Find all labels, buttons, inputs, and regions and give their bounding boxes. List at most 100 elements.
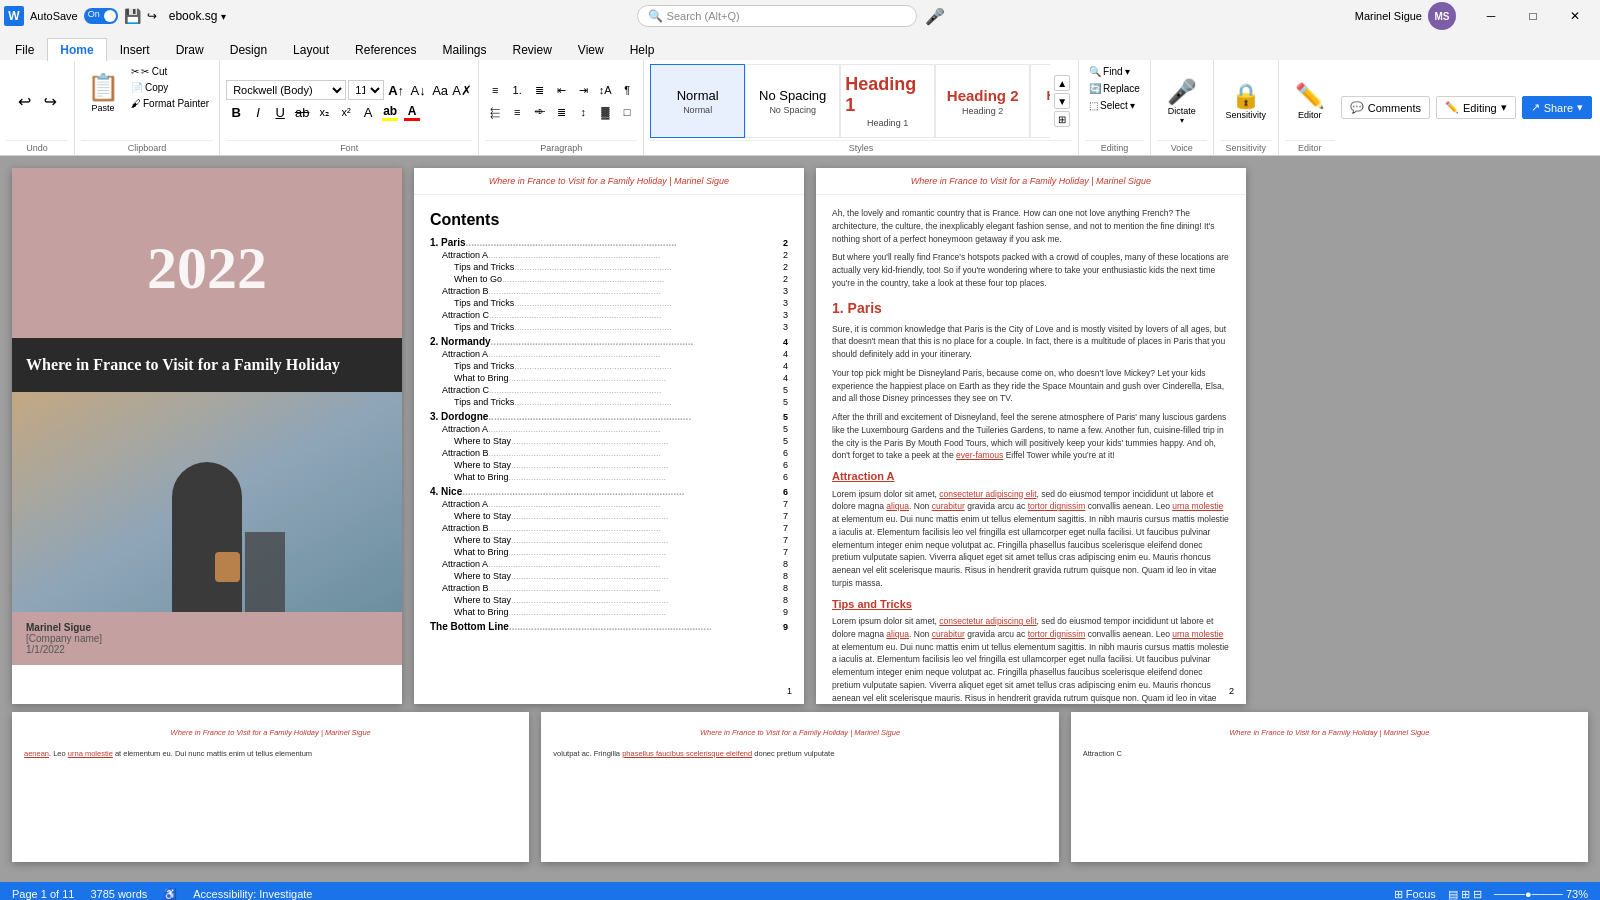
sort-btn[interactable]: ↕A (595, 80, 615, 100)
close-btn[interactable]: ✕ (1554, 2, 1596, 30)
tab-mailings[interactable]: Mailings (429, 38, 499, 61)
increase-font-btn[interactable]: A↑ (386, 80, 406, 100)
subscript-btn[interactable]: x₂ (314, 102, 334, 122)
tab-review[interactable]: Review (500, 38, 565, 61)
bold-btn[interactable]: B (226, 102, 246, 122)
para2-paragraph: But where you'll really find France's ho… (832, 251, 1230, 289)
style-heading2[interactable]: Heading 2 Heading 2 (935, 64, 1030, 138)
border-btn[interactable]: □ (617, 102, 637, 122)
decrease-font-btn[interactable]: A↓ (408, 80, 428, 100)
toc-item: 3. Dordogne ............................… (430, 411, 788, 422)
styles-scroll-up[interactable]: ▲ (1054, 75, 1070, 91)
italic-btn[interactable]: I (248, 102, 268, 122)
ribbon-content: ↩ ↩ Undo 📋 Paste ✂✂ Cut 📄Copy 🖌Format Pa… (0, 60, 1600, 156)
editor-btn[interactable]: ✏️ Editor (1285, 70, 1335, 132)
tab-view[interactable]: View (565, 38, 617, 61)
styles-more[interactable]: ⊞ (1054, 111, 1070, 127)
superscript-btn[interactable]: x² (336, 102, 356, 122)
line-spacing-btn[interactable]: ↕ (573, 102, 593, 122)
clipboard-group: 📋 Paste ✂✂ Cut 📄Copy 🖌Format Painter Cli… (75, 60, 220, 155)
underline-btn[interactable]: U (270, 102, 290, 122)
font-size-select[interactable]: 11 (348, 80, 384, 100)
undo-btn[interactable]: ↩ (12, 89, 36, 113)
toc-item: Attraction A ...........................… (430, 559, 788, 569)
file-dropdown-icon[interactable]: ▾ (221, 11, 226, 22)
share-btn[interactable]: ↗ Share ▾ (1522, 96, 1592, 119)
minimize-btn[interactable]: ─ (1470, 2, 1512, 30)
dictate-btn[interactable]: 🎤 Dictate ▾ (1157, 70, 1207, 132)
styles-group: Normal Normal No Spacing No Spacing Head… (644, 60, 1079, 155)
search-icon: 🔍 (648, 9, 663, 23)
text-effects-btn[interactable]: A (358, 102, 378, 122)
restore-btn[interactable]: □ (1512, 2, 1554, 30)
comments-btn[interactable]: 💬 Comments (1341, 96, 1430, 119)
toc-item: Where to Stay ..........................… (430, 511, 788, 521)
find-btn[interactable]: 🔍 Find ▾ (1085, 64, 1133, 79)
style-heading3[interactable]: Heading 3 Heading 3 (1030, 64, 1050, 138)
tab-references[interactable]: References (342, 38, 429, 61)
undo-label: Undo (6, 140, 68, 153)
save-icon[interactable]: 💾 (124, 8, 141, 24)
editor-group: ✏️ Editor Editor (1279, 60, 1341, 155)
tab-draw[interactable]: Draw (163, 38, 217, 61)
tab-help[interactable]: Help (617, 38, 668, 61)
multilevel-btn[interactable]: ≣ (529, 80, 549, 100)
change-case-btn[interactable]: Aa (430, 80, 450, 100)
tab-layout[interactable]: Layout (280, 38, 342, 61)
toc-item: Attraction B ...........................… (430, 583, 788, 593)
style-heading1[interactable]: Heading 1 Heading 1 (840, 64, 935, 138)
focus-btn[interactable]: ⊞ Focus (1394, 888, 1436, 901)
cut-btn[interactable]: ✂✂ Cut (127, 64, 213, 79)
redo-btn[interactable]: ↩ (38, 89, 62, 113)
accessibility-text: Accessibility: Investigate (193, 888, 312, 900)
align-center-btn[interactable]: ≡ (507, 102, 527, 122)
increase-indent-btn[interactable]: ⇥ (573, 80, 593, 100)
content-page: Where in France to Visit for a Family Ho… (816, 168, 1246, 704)
align-left-btn[interactable]: ⬱ (485, 102, 505, 122)
mic-icon[interactable]: 🎤 (925, 7, 945, 26)
toc-item: Attraction A ...........................… (430, 424, 788, 434)
bullets-btn[interactable]: ≡ (485, 80, 505, 100)
clear-format-btn[interactable]: A✗ (452, 80, 472, 100)
font-color-btn[interactable]: A (402, 104, 422, 121)
shading-btn[interactable]: ▓ (595, 102, 615, 122)
tab-insert[interactable]: Insert (107, 38, 163, 61)
toc-page-number: 1 (787, 686, 792, 696)
font-family-select[interactable]: Rockwell (Body) (226, 80, 346, 100)
style-no-spacing[interactable]: No Spacing No Spacing (745, 64, 840, 138)
tips-p1: Lorem ipsum dolor sit amet, consectetur … (832, 615, 1230, 704)
paste-btn[interactable]: 📋 Paste (81, 64, 125, 120)
toc-item: Tips and Tricks ........................… (430, 298, 788, 308)
highlight-color-btn[interactable]: ab (380, 104, 400, 121)
copy-btn[interactable]: 📄Copy (127, 80, 213, 95)
styles-scroll-down[interactable]: ▼ (1054, 93, 1070, 109)
toc-item: Tips and Tricks ........................… (430, 262, 788, 272)
tab-design[interactable]: Design (217, 38, 280, 61)
tab-home[interactable]: Home (47, 38, 106, 61)
zoom-slider[interactable]: ────●──── 73% (1494, 888, 1588, 900)
decrease-indent-btn[interactable]: ⇤ (551, 80, 571, 100)
select-btn[interactable]: ⬚ Select ▾ (1085, 98, 1139, 113)
toc-item: Attraction B ...........................… (430, 523, 788, 533)
numbering-btn[interactable]: 1. (507, 80, 527, 100)
strikethrough-btn[interactable]: ab (292, 102, 312, 122)
title-bar: W AutoSave On 💾 ↩ ebook.sg ▾ 🔍 Search (A… (0, 0, 1600, 32)
sensitivity-btn[interactable]: 🔒 Sensitivity (1220, 70, 1272, 132)
content-page-number: 2 (1229, 686, 1234, 696)
toc-item: 1. Paris ...............................… (430, 237, 788, 248)
replace-btn[interactable]: 🔄 Replace (1085, 81, 1144, 96)
align-right-btn[interactable]: ⬲ (529, 102, 549, 122)
auto-save-toggle[interactable]: On (84, 8, 118, 24)
tips-heading: Tips and Tricks (832, 596, 1230, 613)
undo-icon-title[interactable]: ↩ (147, 9, 157, 23)
pilcrow-btn[interactable]: ¶ (617, 80, 637, 100)
paste-label: Paste (91, 103, 114, 113)
user-name: Marinel Sigue (1355, 10, 1422, 22)
style-normal[interactable]: Normal Normal (650, 64, 745, 138)
format-painter-btn[interactable]: 🖌Format Painter (127, 96, 213, 111)
attraction-p1: Lorem ipsum dolor sit amet, consectetur … (832, 488, 1230, 590)
search-bar[interactable]: 🔍 Search (Alt+Q) (637, 5, 917, 27)
justify-btn[interactable]: ≣ (551, 102, 571, 122)
editing-mode-btn[interactable]: ✏️ Editing ▾ (1436, 96, 1516, 119)
tab-file[interactable]: File (2, 38, 47, 61)
